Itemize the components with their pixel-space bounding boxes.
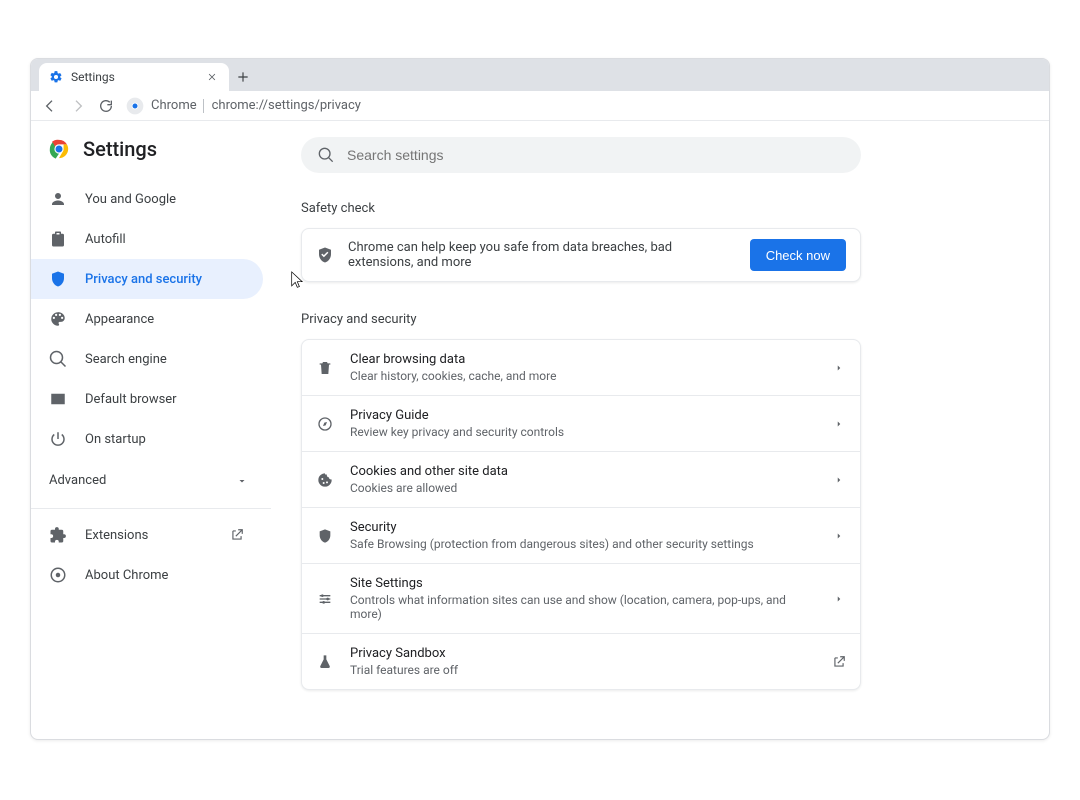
sidebar-item-label: On startup xyxy=(85,432,146,447)
site-chip: Chrome xyxy=(125,96,204,116)
privacy-settings-list: Clear browsing data Clear history, cooki… xyxy=(301,339,861,690)
trash-icon xyxy=(316,359,334,377)
row-subtitle: Controls what information sites can use … xyxy=(350,593,816,621)
browser-window: Settings Chrome xyxy=(30,58,1050,740)
external-link-icon xyxy=(832,655,846,669)
row-subtitle: Trial features are off xyxy=(350,663,816,677)
sidebar-item-default-browser[interactable]: Default browser xyxy=(31,379,263,419)
shield-check-icon xyxy=(316,246,334,264)
page-title: Settings xyxy=(83,137,157,161)
shield-icon xyxy=(316,527,334,545)
row-title: Cookies and other site data xyxy=(350,464,816,479)
new-tab-button[interactable] xyxy=(229,63,257,91)
sidebar-item-extensions[interactable]: Extensions xyxy=(31,515,263,555)
sidebar-item-label: Appearance xyxy=(85,312,154,327)
person-icon xyxy=(49,190,67,208)
row-security[interactable]: Security Safe Browsing (protection from … xyxy=(302,507,860,563)
back-icon[interactable] xyxy=(41,97,59,115)
sidebar-item-label: Search engine xyxy=(85,352,167,367)
extension-icon xyxy=(49,526,67,544)
sidebar-item-label: You and Google xyxy=(85,192,176,207)
row-title: Clear browsing data xyxy=(350,352,816,367)
sliders-icon xyxy=(316,590,334,608)
sidebar-item-you-and-google[interactable]: You and Google xyxy=(31,179,263,219)
chrome-outline-icon xyxy=(49,566,67,584)
chevron-down-icon xyxy=(235,474,249,488)
gear-icon xyxy=(49,70,63,84)
tab-settings[interactable]: Settings xyxy=(39,63,229,91)
search-input[interactable] xyxy=(347,147,845,163)
chevron-right-icon xyxy=(832,417,846,431)
search-settings[interactable] xyxy=(301,137,861,173)
browser-icon xyxy=(49,390,67,408)
chevron-right-icon xyxy=(832,592,846,606)
cookie-icon xyxy=(316,471,334,489)
chrome-icon xyxy=(125,96,145,116)
sidebar-item-privacy-and-security[interactable]: Privacy and security xyxy=(31,259,263,299)
sidebar-item-appearance[interactable]: Appearance xyxy=(31,299,263,339)
chevron-right-icon xyxy=(832,529,846,543)
sidebar-item-label: Autofill xyxy=(85,232,126,247)
chevron-right-icon xyxy=(832,361,846,375)
search-icon xyxy=(49,350,67,368)
divider xyxy=(31,508,271,509)
advanced-label: Advanced xyxy=(49,473,106,488)
row-site-settings[interactable]: Site Settings Controls what information … xyxy=(302,563,860,633)
content: Settings You and Google Autofill xyxy=(31,121,1049,739)
safety-check-heading: Safety check xyxy=(301,201,969,216)
row-subtitle: Review key privacy and security controls xyxy=(350,425,816,439)
sidebar-item-label: About Chrome xyxy=(85,568,168,583)
site-host: Chrome xyxy=(151,98,197,113)
tab-strip: Settings xyxy=(31,59,1049,91)
toolbar: Chrome chrome://settings/privacy xyxy=(31,91,1049,121)
palette-icon xyxy=(49,310,67,328)
sidebar-item-about-chrome[interactable]: About Chrome xyxy=(31,555,263,595)
sidebar-item-label: Privacy and security xyxy=(85,272,202,287)
address-bar[interactable]: Chrome chrome://settings/privacy xyxy=(125,94,1039,118)
external-link-icon xyxy=(229,527,245,543)
close-icon[interactable] xyxy=(205,70,219,84)
row-subtitle: Cookies are allowed xyxy=(350,481,816,495)
flask-icon xyxy=(316,653,334,671)
row-subtitle: Clear history, cookies, cache, and more xyxy=(350,369,816,383)
divider xyxy=(203,99,204,113)
row-privacy-guide[interactable]: Privacy Guide Review key privacy and sec… xyxy=(302,395,860,451)
mouse-cursor-icon xyxy=(291,271,305,291)
privacy-heading: Privacy and security xyxy=(301,312,969,327)
sidebar-nav: You and Google Autofill Privacy and secu… xyxy=(31,171,271,459)
sidebar-item-label: Extensions xyxy=(85,528,148,543)
chrome-logo-icon xyxy=(49,139,69,159)
sidebar-item-on-startup[interactable]: On startup xyxy=(31,419,263,459)
safety-check-card: Chrome can help keep you safe from data … xyxy=(301,228,861,282)
safety-check-text: Chrome can help keep you safe from data … xyxy=(348,240,736,270)
sidebar-advanced[interactable]: Advanced xyxy=(31,459,271,502)
tab-title: Settings xyxy=(71,70,115,84)
row-title: Site Settings xyxy=(350,576,816,591)
page-header: Settings xyxy=(31,137,271,171)
check-now-button[interactable]: Check now xyxy=(750,239,846,271)
compass-icon xyxy=(316,415,334,433)
row-cookies[interactable]: Cookies and other site data Cookies are … xyxy=(302,451,860,507)
clipboard-icon xyxy=(49,230,67,248)
chevron-right-icon xyxy=(832,473,846,487)
shield-icon xyxy=(49,270,67,288)
row-title: Privacy Sandbox xyxy=(350,646,816,661)
row-subtitle: Safe Browsing (protection from dangerous… xyxy=(350,537,816,551)
row-title: Security xyxy=(350,520,816,535)
sidebar-item-label: Default browser xyxy=(85,392,177,407)
row-title: Privacy Guide xyxy=(350,408,816,423)
sidebar-item-search-engine[interactable]: Search engine xyxy=(31,339,263,379)
power-icon xyxy=(49,430,67,448)
sidebar-item-autofill[interactable]: Autofill xyxy=(31,219,263,259)
url-text: chrome://settings/privacy xyxy=(212,98,361,113)
sidebar: Settings You and Google Autofill xyxy=(31,121,271,739)
search-icon xyxy=(317,146,335,164)
reload-icon[interactable] xyxy=(97,97,115,115)
row-clear-browsing-data[interactable]: Clear browsing data Clear history, cooki… xyxy=(302,340,860,395)
forward-icon[interactable] xyxy=(69,97,87,115)
row-privacy-sandbox[interactable]: Privacy Sandbox Trial features are off xyxy=(302,633,860,689)
main-content: Safety check Chrome can help keep you sa… xyxy=(271,121,1049,739)
